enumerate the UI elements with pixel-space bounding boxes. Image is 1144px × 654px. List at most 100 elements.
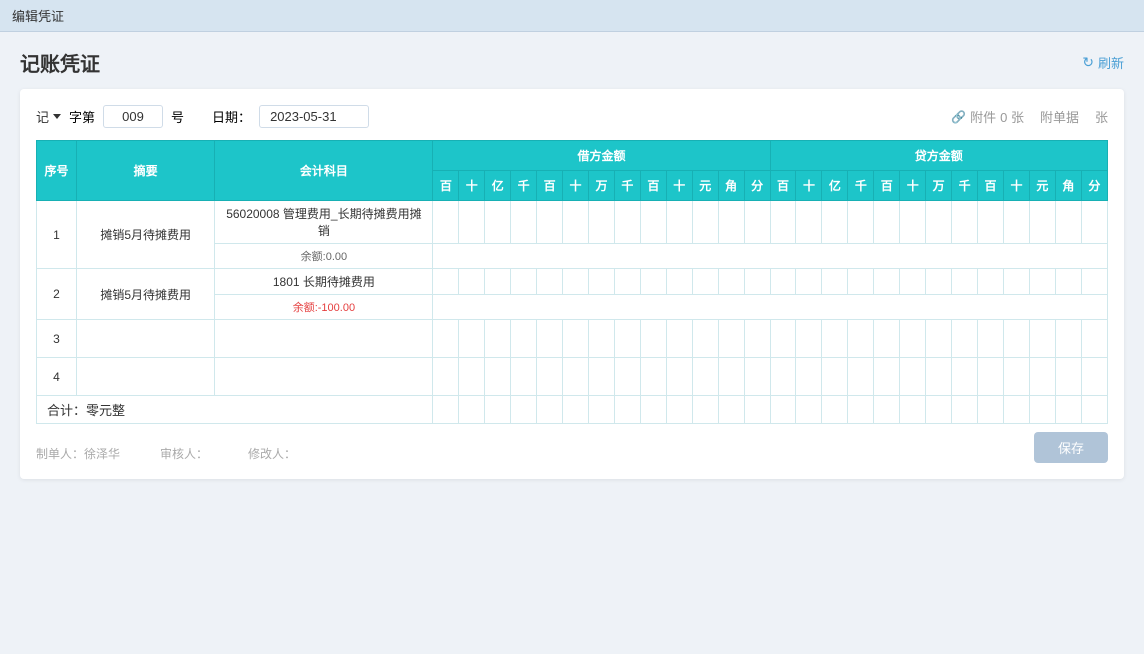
row1-c5[interactable] [874,201,900,244]
row2-d3[interactable] [485,269,511,295]
row1-c4[interactable] [848,201,874,244]
row2-c7[interactable] [926,269,952,295]
row2-c12[interactable] [1055,269,1081,295]
row4-c4[interactable] [848,358,874,396]
row1-d6[interactable] [563,201,589,244]
row2-c9[interactable] [978,269,1004,295]
row3-c3[interactable] [822,320,848,358]
row2-c5[interactable] [874,269,900,295]
row2-d11[interactable] [692,269,718,295]
row3-d7[interactable] [588,320,614,358]
row3-d1[interactable] [433,320,459,358]
row1-d1[interactable] [433,201,459,244]
row4-d2[interactable] [459,358,485,396]
row3-c6[interactable] [900,320,926,358]
row3-d10[interactable] [666,320,692,358]
row2-d8[interactable] [614,269,640,295]
row4-c9[interactable] [978,358,1004,396]
row3-d3[interactable] [485,320,511,358]
row4-c13[interactable] [1081,358,1107,396]
row1-d5[interactable] [537,201,563,244]
row3-d11[interactable] [692,320,718,358]
row2-d1[interactable] [433,269,459,295]
row4-d4[interactable] [511,358,537,396]
row2-d12[interactable] [718,269,744,295]
row4-d3[interactable] [485,358,511,396]
attachment-slip[interactable]: 附单据 [1040,107,1079,126]
row1-c7[interactable] [926,201,952,244]
row4-c12[interactable] [1055,358,1081,396]
row3-c5[interactable] [874,320,900,358]
row4-d10[interactable] [666,358,692,396]
row3-d8[interactable] [614,320,640,358]
row3-c7[interactable] [926,320,952,358]
row3-d5[interactable] [537,320,563,358]
row2-c11[interactable] [1029,269,1055,295]
row4-c10[interactable] [1003,358,1029,396]
row3-c11[interactable] [1029,320,1055,358]
row2-d5[interactable] [537,269,563,295]
row4-d8[interactable] [614,358,640,396]
row2-d4[interactable] [511,269,537,295]
row1-c2[interactable] [796,201,822,244]
row4-c8[interactable] [952,358,978,396]
row1-c13[interactable] [1081,201,1107,244]
row1-d3[interactable] [485,201,511,244]
row2-d10[interactable] [666,269,692,295]
row1-d8[interactable] [614,201,640,244]
row4-c3[interactable] [822,358,848,396]
row4-d6[interactable] [563,358,589,396]
row3-c8[interactable] [952,320,978,358]
row4-d11[interactable] [692,358,718,396]
row4-c6[interactable] [900,358,926,396]
row3-c13[interactable] [1081,320,1107,358]
row4-d1[interactable] [433,358,459,396]
row2-c4[interactable] [848,269,874,295]
voucher-number-input[interactable] [103,105,163,128]
row3-c9[interactable] [978,320,1004,358]
refresh-button[interactable]: ↻ 刷新 [1082,53,1124,72]
row2-c2[interactable] [796,269,822,295]
row4-d5[interactable] [537,358,563,396]
row2-d9[interactable] [640,269,666,295]
row4-d13[interactable] [744,358,770,396]
row4-d12[interactable] [718,358,744,396]
row3-c1[interactable] [770,320,796,358]
row3-c4[interactable] [848,320,874,358]
row3-d13[interactable] [744,320,770,358]
row1-d4[interactable] [511,201,537,244]
row1-c6[interactable] [900,201,926,244]
row4-c1[interactable] [770,358,796,396]
row2-c13[interactable] [1081,269,1107,295]
row1-c10[interactable] [1003,201,1029,244]
row1-c1[interactable] [770,201,796,244]
row4-c2[interactable] [796,358,822,396]
row3-d2[interactable] [459,320,485,358]
row2-d7[interactable] [588,269,614,295]
row1-d13[interactable] [744,201,770,244]
row2-c10[interactable] [1003,269,1029,295]
row3-c2[interactable] [796,320,822,358]
type-select[interactable]: 记 [36,107,61,126]
row1-c3[interactable] [822,201,848,244]
row2-d2[interactable] [459,269,485,295]
row2-c1[interactable] [770,269,796,295]
row4-c11[interactable] [1029,358,1055,396]
row1-d7[interactable] [588,201,614,244]
date-input[interactable] [259,105,369,128]
row3-c12[interactable] [1055,320,1081,358]
attachment-link[interactable]: 🔗 附件 0 张 [951,107,1024,126]
row4-c5[interactable] [874,358,900,396]
row2-c3[interactable] [822,269,848,295]
row2-c8[interactable] [952,269,978,295]
row1-d9[interactable] [640,201,666,244]
row1-c12[interactable] [1055,201,1081,244]
row1-c9[interactable] [978,201,1004,244]
row1-c8[interactable] [952,201,978,244]
row4-c7[interactable] [926,358,952,396]
row3-d6[interactable] [563,320,589,358]
row1-d10[interactable] [666,201,692,244]
row1-c11[interactable] [1029,201,1055,244]
row2-d6[interactable] [563,269,589,295]
row2-d13[interactable] [744,269,770,295]
